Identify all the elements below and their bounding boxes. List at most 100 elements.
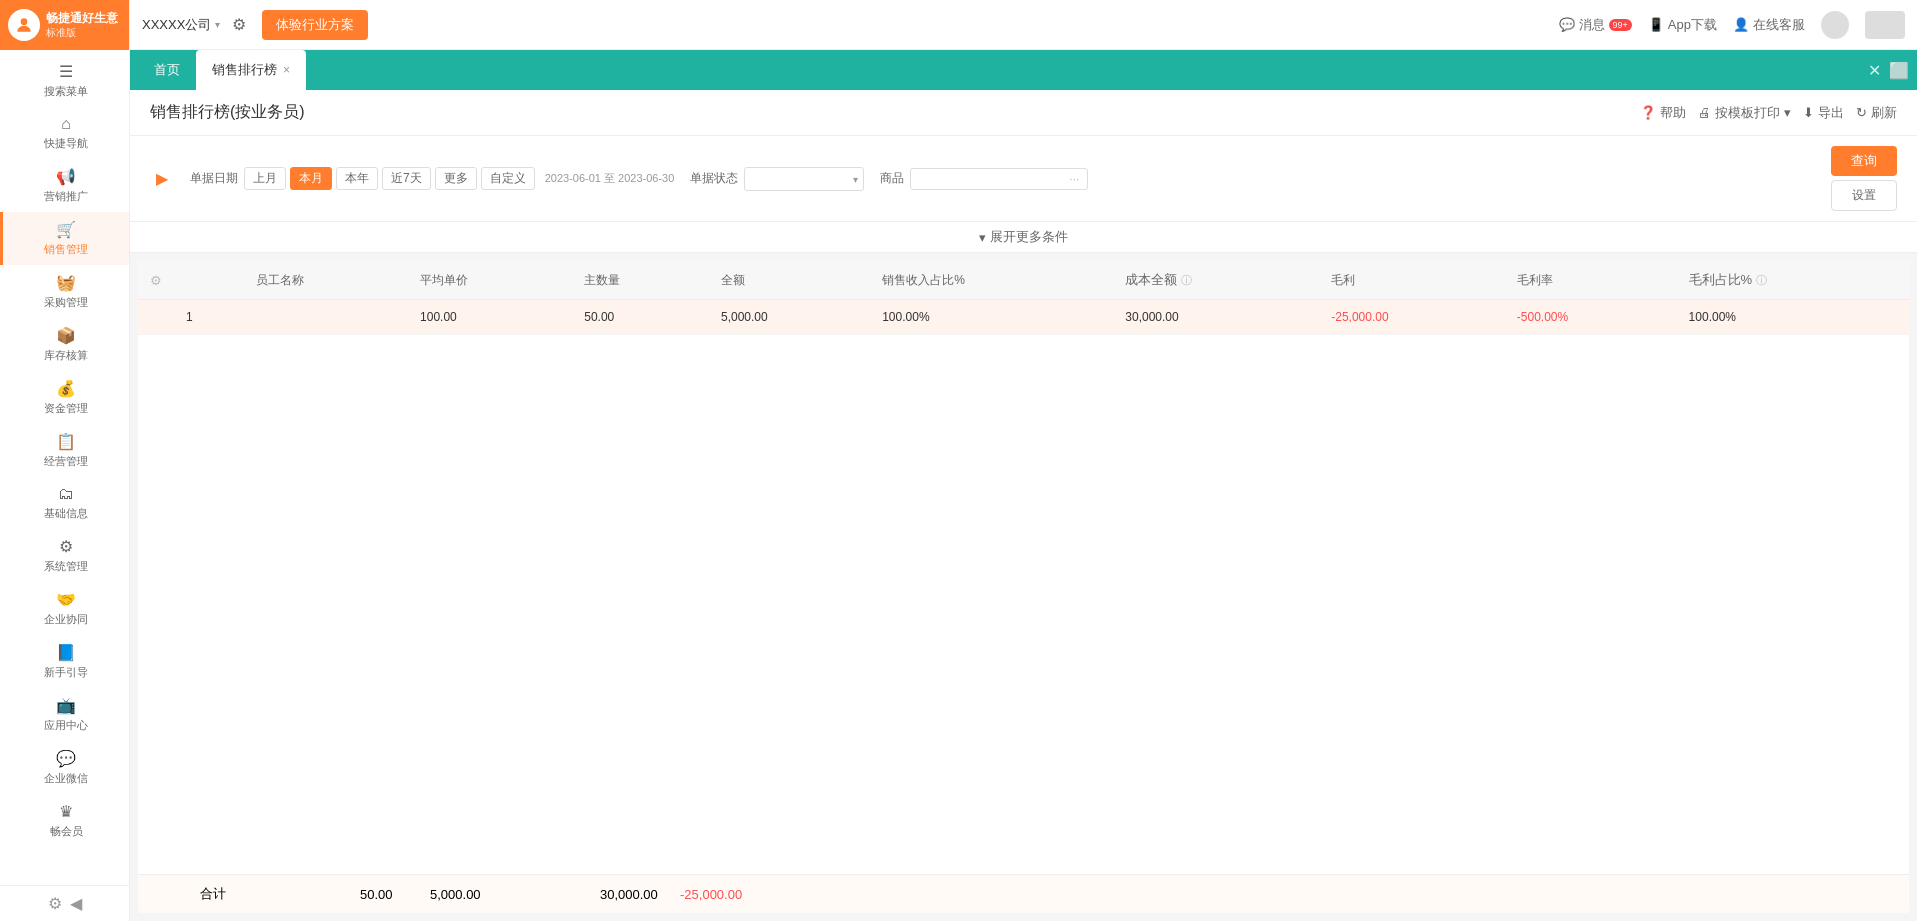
app-download-btn[interactable]: 📱 App下载 bbox=[1648, 16, 1717, 34]
window-close-icon[interactable]: ✕ bbox=[1868, 61, 1881, 80]
online-service-btn[interactable]: 👤 在线客服 bbox=[1733, 16, 1805, 34]
filter-settings-btn[interactable]: 设置 bbox=[1831, 180, 1897, 211]
date-filter: 单据日期 上月 本月 本年 近7天 更多 自定义 2023-06-01 至 20… bbox=[190, 167, 674, 190]
main-area: XXXXX公司 ▾ ⚙ 体验行业方案 💬 消息 99+ 📱 App下载 👤 在线… bbox=[130, 0, 1917, 921]
cost-amount-help-icon[interactable]: ⓘ bbox=[1181, 274, 1192, 286]
sidebar-item-label: 快捷导航 bbox=[44, 136, 88, 151]
row-avg-price: 100.00 bbox=[408, 300, 572, 335]
help-btn[interactable]: ❓ 帮助 bbox=[1640, 104, 1686, 122]
sidebar-collapse-icon[interactable]: ◀ bbox=[70, 894, 82, 913]
trial-btn[interactable]: 体验行业方案 bbox=[262, 10, 368, 40]
goods-input[interactable] bbox=[919, 172, 1069, 186]
sidebar-item-basic-info[interactable]: 🗂 基础信息 bbox=[0, 477, 129, 529]
date-btn-7days[interactable]: 近7天 bbox=[382, 167, 431, 190]
tab-close-icon[interactable]: × bbox=[283, 63, 290, 77]
filter-expand-toggle[interactable]: ▶ bbox=[156, 169, 168, 188]
sidebar-item-system[interactable]: ⚙ 系统管理 bbox=[0, 529, 129, 582]
window-maximize-icon[interactable]: ⬜ bbox=[1889, 61, 1909, 80]
content-header: 销售排行榜(按业务员) ❓ 帮助 🖨 按模板打印 ▾ ⬇ 导出 ↻ 刷新 bbox=[130, 90, 1917, 136]
row-settings bbox=[138, 300, 174, 335]
sidebar-settings-icon[interactable]: ⚙ bbox=[48, 894, 62, 913]
notification-icon: 💬 bbox=[1559, 17, 1575, 32]
date-btn-last-month[interactable]: 上月 bbox=[244, 167, 286, 190]
header-actions: ❓ 帮助 🖨 按模板打印 ▾ ⬇ 导出 ↻ 刷新 bbox=[1640, 104, 1897, 122]
basic-info-icon: 🗂 bbox=[58, 485, 74, 503]
row-gross-profit: -25,000.00 bbox=[1319, 300, 1505, 335]
sidebar-item-search-order[interactable]: ☰ 搜索菜单 bbox=[0, 54, 129, 107]
purchase-icon: 🧺 bbox=[56, 273, 76, 292]
sidebar-item-vip[interactable]: ♛ 畅会员 bbox=[0, 794, 129, 847]
goods-more-icon[interactable]: ··· bbox=[1069, 172, 1079, 186]
row-main-qty: 50.00 bbox=[572, 300, 709, 335]
row-amount: 5,000.00 bbox=[709, 300, 870, 335]
sidebar-item-purchase[interactable]: 🧺 采购管理 bbox=[0, 265, 129, 318]
table-empty-space bbox=[138, 335, 1909, 874]
tab-sales-ranking-label: 销售排行榜 bbox=[212, 61, 277, 79]
sidebar-item-sales[interactable]: 🛒 销售管理 bbox=[0, 212, 129, 265]
sidebar-item-beginner-guide[interactable]: 📘 新手引导 bbox=[0, 635, 129, 688]
notification-badge: 99+ bbox=[1609, 19, 1632, 31]
tab-home[interactable]: 首页 bbox=[138, 50, 196, 90]
sidebar-item-label: 库存核算 bbox=[44, 348, 88, 363]
date-btn-more[interactable]: 更多 bbox=[435, 167, 477, 190]
logo-text: 畅捷通好生意 标准版 bbox=[46, 11, 118, 40]
company-selector[interactable]: XXXXX公司 ▾ bbox=[142, 16, 220, 34]
table-footer: 合计 50.00 5,000.00 30,000.00 -25,000.00 bbox=[138, 874, 1909, 913]
sidebar-item-label: 采购管理 bbox=[44, 295, 88, 310]
footer-main-qty: 50.00 bbox=[360, 887, 430, 902]
marketing-icon: 📢 bbox=[56, 167, 76, 186]
company-dropdown-arrow: ▾ bbox=[215, 19, 220, 30]
print-dropdown-icon: ▾ bbox=[1784, 105, 1791, 120]
sidebar-item-label: 销售管理 bbox=[44, 242, 88, 257]
footer-amount: 5,000.00 bbox=[430, 887, 510, 902]
beginner-guide-icon: 📘 bbox=[56, 643, 76, 662]
user-avatar[interactable] bbox=[1821, 11, 1849, 39]
topbar-right: 💬 消息 99+ 📱 App下载 👤 在线客服 bbox=[1559, 11, 1905, 39]
date-btn-this-month[interactable]: 本月 bbox=[290, 167, 332, 190]
svg-point-0 bbox=[21, 18, 28, 25]
query-btn[interactable]: 查询 bbox=[1831, 146, 1897, 176]
gross-pct-help-icon[interactable]: ⓘ bbox=[1756, 274, 1767, 286]
export-btn[interactable]: ⬇ 导出 bbox=[1803, 104, 1844, 122]
system-icon: ⚙ bbox=[59, 537, 73, 556]
sidebar-bottom: ⚙ ◀ bbox=[0, 885, 129, 921]
sidebar-item-marketing[interactable]: 📢 营销推广 bbox=[0, 159, 129, 212]
th-gross-profit: 毛利 bbox=[1319, 261, 1505, 300]
goods-input-wrapper: ··· bbox=[910, 168, 1088, 190]
date-range-display: 2023-06-01 至 2023-06-30 bbox=[545, 171, 675, 186]
status-filter-label: 单据状态 bbox=[690, 170, 738, 187]
topbar-settings-icon[interactable]: ⚙ bbox=[232, 15, 246, 34]
sidebar-item-quick-nav[interactable]: ⌂ 快捷导航 bbox=[0, 107, 129, 159]
content-area: 销售排行榜(按业务员) ❓ 帮助 🖨 按模板打印 ▾ ⬇ 导出 ↻ 刷新 bbox=[130, 90, 1917, 921]
online-service-icon: 👤 bbox=[1733, 17, 1749, 32]
operations-icon: 📋 bbox=[56, 432, 76, 451]
row-gross-pct: 100.00% bbox=[1677, 300, 1909, 335]
date-btn-this-year[interactable]: 本年 bbox=[336, 167, 378, 190]
page-title: 销售排行榜(按业务员) bbox=[150, 102, 305, 123]
print-btn[interactable]: 🖨 按模板打印 ▾ bbox=[1698, 104, 1791, 122]
topbar: XXXXX公司 ▾ ⚙ 体验行业方案 💬 消息 99+ 📱 App下载 👤 在线… bbox=[130, 0, 1917, 50]
date-btn-custom[interactable]: 自定义 bbox=[481, 167, 535, 190]
th-main-qty: 主数量 bbox=[572, 261, 709, 300]
row-rank: 1 bbox=[174, 300, 244, 335]
notification-btn[interactable]: 💬 消息 99+ bbox=[1559, 16, 1632, 34]
sidebar-item-finance[interactable]: 💰 资金管理 bbox=[0, 371, 129, 424]
filter-actions: 查询 设置 bbox=[1831, 146, 1897, 211]
sidebar-item-label: 新手引导 bbox=[44, 665, 88, 680]
column-settings-icon[interactable]: ⚙ bbox=[150, 273, 162, 288]
search-order-icon: ☰ bbox=[59, 62, 73, 81]
status-select[interactable] bbox=[744, 167, 864, 191]
refresh-btn[interactable]: ↻ 刷新 bbox=[1856, 104, 1897, 122]
sidebar-item-inventory[interactable]: 📦 库存核算 bbox=[0, 318, 129, 371]
sidebar-nav: ☰ 搜索菜单 ⌂ 快捷导航 📢 营销推广 🛒 销售管理 🧺 采购管理 📦 库存核… bbox=[0, 50, 129, 885]
sidebar-item-app-center[interactable]: 📺 应用中心 bbox=[0, 688, 129, 741]
data-table: ⚙ 员工名称 平均单价 主数量 全额 销售收入占比% 成本全额 ⓘ 毛利 bbox=[138, 261, 1909, 335]
tab-sales-ranking[interactable]: 销售排行榜 × bbox=[196, 50, 306, 90]
sidebar-item-enterprise-wechat[interactable]: 💬 企业微信 bbox=[0, 741, 129, 794]
sidebar-item-label: 企业协同 bbox=[44, 612, 88, 627]
th-settings: ⚙ bbox=[138, 261, 174, 300]
sidebar-item-enterprise-collab[interactable]: 🤝 企业协同 bbox=[0, 582, 129, 635]
logo-icon bbox=[8, 9, 40, 41]
sidebar-item-operations[interactable]: 📋 经营管理 bbox=[0, 424, 129, 477]
expand-more-btn[interactable]: ▾ 展开更多条件 bbox=[979, 228, 1068, 246]
